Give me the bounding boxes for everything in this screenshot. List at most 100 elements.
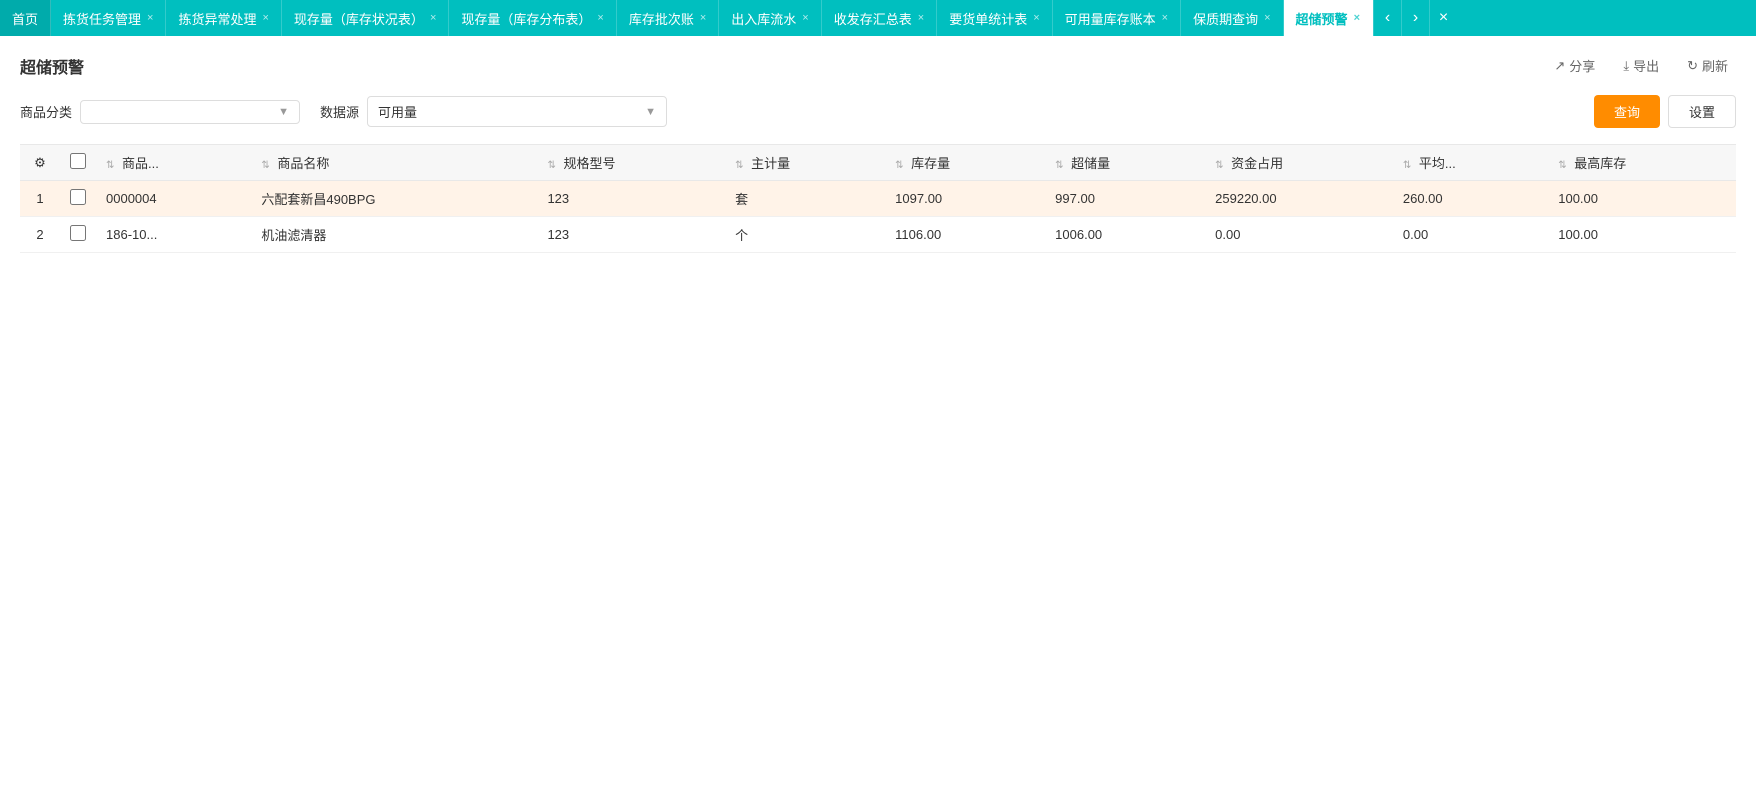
col-product-code[interactable]: ⇅ 商品... bbox=[96, 145, 251, 181]
close-batch-tab[interactable]: × bbox=[700, 12, 706, 24]
row-checkbox-0[interactable] bbox=[70, 189, 86, 205]
close-inout-tab[interactable]: × bbox=[802, 12, 808, 24]
row-checkbox-1[interactable] bbox=[70, 225, 86, 241]
datasource-dropdown-icon: ▼ bbox=[645, 106, 656, 118]
main-content: 超储预警 ↗ 分享 ⤓ 导出 ↻ 刷新 商品分类 ▼ 数据源 bbox=[0, 36, 1756, 800]
sort-icon-max-stock: ⇅ bbox=[1558, 160, 1566, 171]
close-stock-status-tab[interactable]: × bbox=[430, 12, 436, 24]
datasource-select[interactable]: 可用量 ▼ bbox=[367, 96, 667, 127]
row-capital: 0.00 bbox=[1205, 217, 1393, 253]
nav-stock-dist[interactable]: 现存量（库存分布表） × bbox=[449, 0, 616, 36]
col-max-stock[interactable]: ⇅ 最高库存 bbox=[1548, 145, 1736, 181]
sort-icon-capital: ⇅ bbox=[1215, 160, 1223, 171]
col-spec[interactable]: ⇅ 规格型号 bbox=[537, 145, 725, 181]
nav-home[interactable]: 首页 bbox=[0, 0, 51, 36]
category-dropdown-icon: ▼ bbox=[278, 106, 289, 118]
nav-available[interactable]: 可用量库存账本 × bbox=[1053, 0, 1181, 36]
col-overstock[interactable]: ⇅ 超储量 bbox=[1045, 145, 1205, 181]
category-filter-group: 商品分类 ▼ bbox=[20, 100, 300, 124]
gear-icon[interactable]: ⚙ bbox=[34, 155, 46, 171]
close-stock-dist-tab[interactable]: × bbox=[597, 12, 603, 24]
close-collection-tab[interactable]: × bbox=[918, 12, 924, 24]
top-navigation: 首页 拣货任务管理 × 拣货异常处理 × 现存量（库存状况表） × 现存量（库存… bbox=[0, 0, 1756, 36]
row-checkbox-cell bbox=[60, 181, 96, 217]
col-checkbox-header bbox=[60, 145, 96, 181]
page-header: 超储预警 ↗ 分享 ⤓ 导出 ↻ 刷新 bbox=[20, 52, 1736, 79]
table-row: 1 0000004 六配套新昌490BPG 123 套 1097.00 997.… bbox=[20, 181, 1736, 217]
row-avg: 260.00 bbox=[1393, 181, 1548, 217]
share-button[interactable]: ↗ 分享 bbox=[1546, 52, 1603, 79]
nav-overstock[interactable]: 超储预警 × bbox=[1284, 0, 1373, 36]
table-row: 2 186-10... 机油滤清器 123 个 1106.00 1006.00 … bbox=[20, 217, 1736, 253]
row-overstock: 1006.00 bbox=[1045, 217, 1205, 253]
row-max-stock: 100.00 bbox=[1548, 181, 1736, 217]
close-task-tab[interactable]: × bbox=[147, 12, 153, 24]
row-avg: 0.00 bbox=[1393, 217, 1548, 253]
close-order-stat-tab[interactable]: × bbox=[1033, 12, 1039, 24]
row-product-code: 0000004 bbox=[96, 181, 251, 217]
export-icon: ⤓ bbox=[1623, 58, 1629, 74]
filter-row: 商品分类 ▼ 数据源 可用量 ▼ 查询 设置 bbox=[20, 95, 1736, 128]
nav-inout[interactable]: 出入库流水 × bbox=[719, 0, 821, 36]
nav-stock-status[interactable]: 现存量（库存状况表） × bbox=[282, 0, 449, 36]
sort-icon-code: ⇅ bbox=[106, 160, 114, 171]
query-button[interactable]: 查询 bbox=[1594, 95, 1660, 128]
category-select[interactable]: ▼ bbox=[80, 100, 300, 124]
row-product-code: 186-10... bbox=[96, 217, 251, 253]
row-capital: 259220.00 bbox=[1205, 181, 1393, 217]
sort-icon-stock: ⇅ bbox=[895, 160, 903, 171]
col-stock[interactable]: ⇅ 库存量 bbox=[885, 145, 1045, 181]
nav-collection[interactable]: 收发存汇总表 × bbox=[822, 0, 937, 36]
header-actions: ↗ 分享 ⤓ 导出 ↻ 刷新 bbox=[1546, 52, 1736, 79]
col-capital[interactable]: ⇅ 资金占用 bbox=[1205, 145, 1393, 181]
settings-button[interactable]: 设置 bbox=[1668, 95, 1736, 128]
datasource-select-value: 可用量 bbox=[378, 102, 417, 121]
refresh-icon: ↻ bbox=[1687, 58, 1698, 74]
nav-task[interactable]: 拣货任务管理 × bbox=[51, 0, 166, 36]
row-unit: 个 bbox=[725, 217, 885, 253]
close-quality-tab[interactable]: × bbox=[1264, 12, 1270, 24]
sort-icon-overstock: ⇅ bbox=[1055, 160, 1063, 171]
nav-batch[interactable]: 库存批次账 × bbox=[617, 0, 719, 36]
sort-icon-spec: ⇅ bbox=[547, 160, 555, 171]
page-title: 超储预警 bbox=[20, 54, 84, 78]
nav-next-arrow[interactable]: › bbox=[1401, 0, 1429, 36]
row-product-name: 机油滤清器 bbox=[251, 217, 537, 253]
row-checkbox-cell bbox=[60, 217, 96, 253]
nav-order-stat[interactable]: 要货单统计表 × bbox=[937, 0, 1052, 36]
category-label: 商品分类 bbox=[20, 102, 72, 121]
datasource-label: 数据源 bbox=[320, 102, 359, 121]
datasource-filter-group: 数据源 可用量 ▼ bbox=[320, 96, 667, 127]
row-overstock: 997.00 bbox=[1045, 181, 1205, 217]
close-available-tab[interactable]: × bbox=[1162, 12, 1168, 24]
row-num-cell: 1 bbox=[20, 181, 60, 217]
row-unit: 套 bbox=[725, 181, 885, 217]
col-product-name[interactable]: ⇅ 商品名称 bbox=[251, 145, 537, 181]
row-num-cell: 2 bbox=[20, 217, 60, 253]
col-gear: ⚙ bbox=[20, 145, 60, 181]
table-header-row: ⚙ ⇅ 商品... ⇅ 商品名称 ⇅ 规格型号 bbox=[20, 145, 1736, 181]
row-stock: 1106.00 bbox=[885, 217, 1045, 253]
row-product-name: 六配套新昌490BPG bbox=[251, 181, 537, 217]
col-unit[interactable]: ⇅ 主计量 bbox=[725, 145, 885, 181]
close-overstock-tab[interactable]: × bbox=[1354, 12, 1360, 24]
sort-icon-unit: ⇅ bbox=[735, 160, 743, 171]
filter-buttons: 查询 设置 bbox=[1594, 95, 1736, 128]
refresh-button[interactable]: ↻ 刷新 bbox=[1679, 52, 1736, 79]
close-abnormal-tab[interactable]: × bbox=[262, 12, 268, 24]
nav-close-arrow[interactable]: × bbox=[1429, 0, 1457, 36]
share-icon: ↗ bbox=[1554, 58, 1565, 74]
nav-prev-arrow[interactable]: ‹ bbox=[1373, 0, 1401, 36]
export-button[interactable]: ⤓ 导出 bbox=[1615, 52, 1667, 79]
data-table: ⚙ ⇅ 商品... ⇅ 商品名称 ⇅ 规格型号 bbox=[20, 144, 1736, 253]
sort-icon-name: ⇅ bbox=[261, 160, 269, 171]
select-all-checkbox[interactable] bbox=[70, 153, 86, 169]
row-spec: 123 bbox=[537, 181, 725, 217]
row-spec: 123 bbox=[537, 217, 725, 253]
nav-abnormal[interactable]: 拣货异常处理 × bbox=[166, 0, 281, 36]
row-stock: 1097.00 bbox=[885, 181, 1045, 217]
row-max-stock: 100.00 bbox=[1548, 217, 1736, 253]
col-avg[interactable]: ⇅ 平均... bbox=[1393, 145, 1548, 181]
sort-icon-avg: ⇅ bbox=[1403, 160, 1411, 171]
nav-quality[interactable]: 保质期查询 × bbox=[1181, 0, 1283, 36]
